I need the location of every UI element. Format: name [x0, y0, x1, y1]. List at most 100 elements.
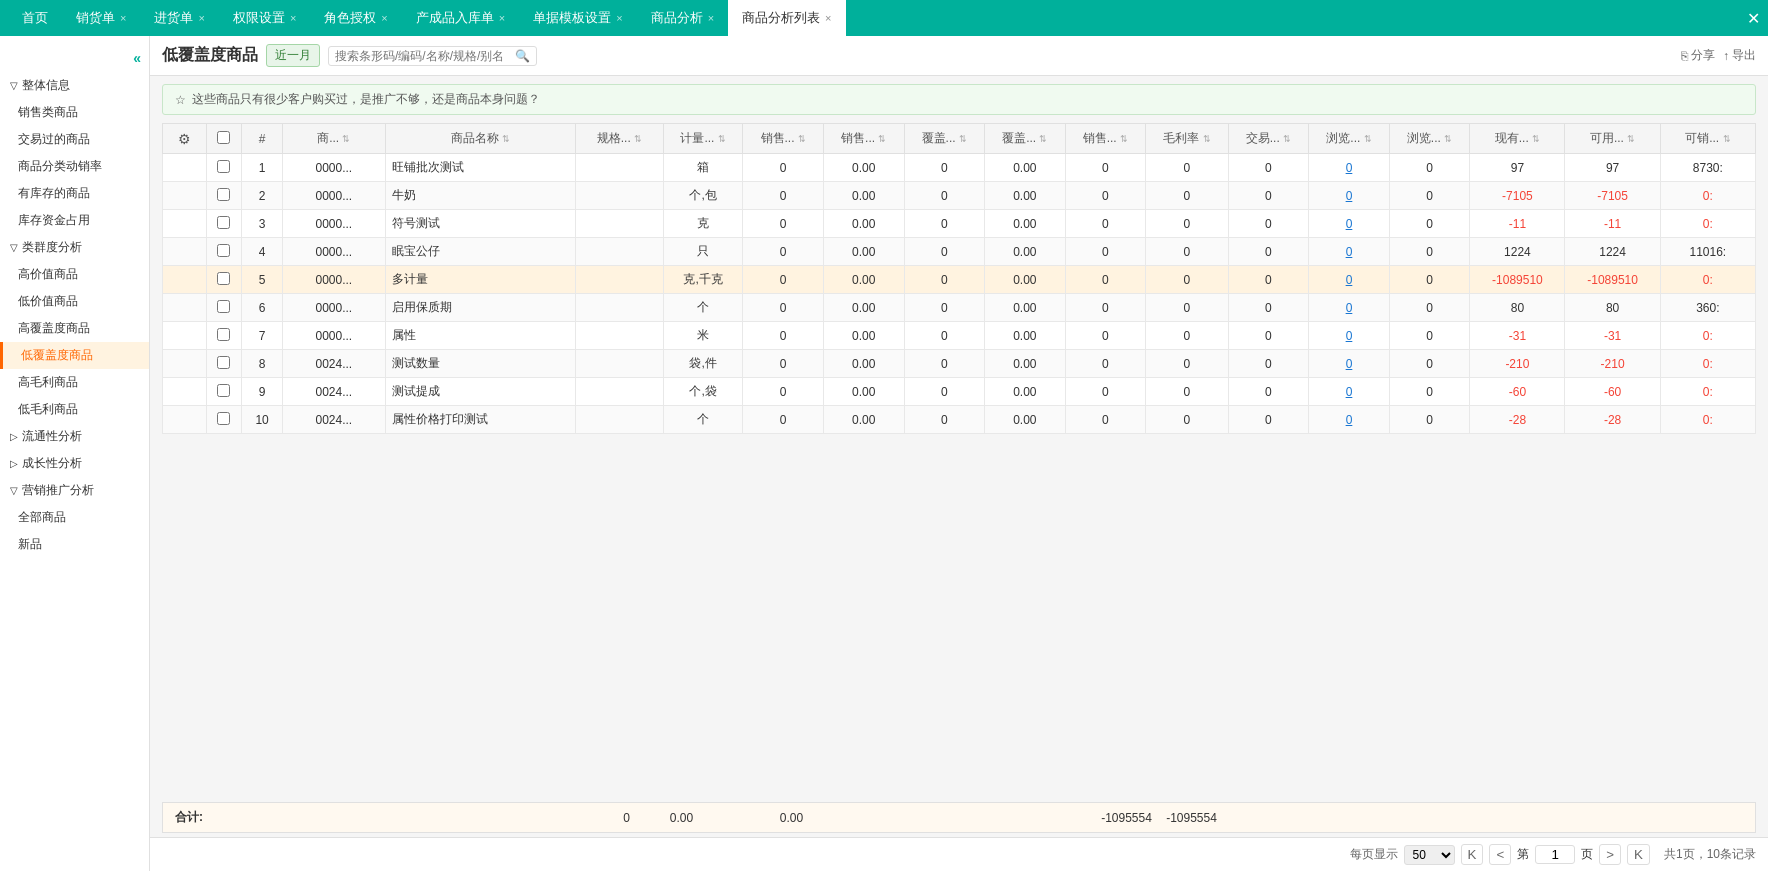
browse1-cell[interactable]: 0 — [1309, 182, 1390, 210]
name-column-header[interactable]: 商品名称 ⇅ — [385, 124, 575, 154]
checkbox-cell[interactable] — [206, 378, 241, 406]
next-page-button[interactable]: > — [1599, 844, 1621, 865]
browse1-cell[interactable]: 0 — [1309, 238, 1390, 266]
row-checkbox[interactable] — [217, 412, 230, 425]
row-checkbox[interactable] — [217, 216, 230, 229]
nav-item-role[interactable]: 角色授权 × — [310, 0, 401, 36]
sidebar-item-high-coverage[interactable]: 高覆盖度商品 — [0, 315, 149, 342]
row-checkbox[interactable] — [217, 384, 230, 397]
close-all-button[interactable]: ✕ — [1747, 9, 1760, 28]
transaction-column-header[interactable]: 交易... ⇅ — [1228, 124, 1309, 154]
checkbox-cell[interactable] — [206, 350, 241, 378]
sidebar-section-overall[interactable]: ▽ 整体信息 — [0, 72, 149, 99]
checkbox-column-header[interactable] — [206, 124, 241, 154]
browse1-column-header[interactable]: 浏览... ⇅ — [1309, 124, 1390, 154]
sales-qty-column-header[interactable]: 销售... ⇅ — [743, 124, 824, 154]
search-icon[interactable]: 🔍 — [515, 49, 530, 63]
row-checkbox[interactable] — [217, 160, 230, 173]
sidebar-section-growth[interactable]: ▷ 成长性分析 — [0, 450, 149, 477]
unit-column-header[interactable]: 计量... ⇅ — [663, 124, 743, 154]
sidebar-item-in-stock[interactable]: 有库存的商品 — [0, 180, 149, 207]
sales-extra-column-header[interactable]: 销售... ⇅ — [1065, 124, 1146, 154]
browse1-cell[interactable]: 0 — [1309, 266, 1390, 294]
nav-item-permissions[interactable]: 权限设置 × — [219, 0, 310, 36]
coverage1-column-header[interactable]: 覆盖... ⇅ — [904, 124, 985, 154]
checkbox-cell[interactable] — [206, 294, 241, 322]
sidebar-item-low-margin[interactable]: 低毛利商品 — [0, 396, 149, 423]
last-page-button[interactable]: K — [1627, 844, 1650, 865]
coverage2-column-header[interactable]: 覆盖... ⇅ — [985, 124, 1066, 154]
nav-item-home[interactable]: 首页 — [8, 0, 62, 36]
sidebar-section-cluster[interactable]: ▽ 类群度分析 — [0, 234, 149, 261]
sidebar-item-traded-goods[interactable]: 交易过的商品 — [0, 126, 149, 153]
export-button[interactable]: ↑ 导出 — [1723, 47, 1756, 64]
close-icon[interactable]: × — [616, 12, 622, 24]
sidebar-section-circulation[interactable]: ▷ 流通性分析 — [0, 423, 149, 450]
nav-item-sales[interactable]: 销货单 × — [62, 0, 140, 36]
sidebar-section-marketing[interactable]: ▽ 营销推广分析 — [0, 477, 149, 504]
search-input[interactable] — [335, 49, 515, 63]
browse1-cell[interactable]: 0 — [1309, 154, 1390, 182]
sidebar-item-category-rate[interactable]: 商品分类动销率 — [0, 153, 149, 180]
share-button[interactable]: ⎘ 分享 — [1681, 47, 1715, 64]
close-icon[interactable]: × — [198, 12, 204, 24]
sidebar-item-new-goods[interactable]: 新品 — [0, 531, 149, 558]
nav-item-purchase[interactable]: 进货单 × — [140, 0, 218, 36]
saleable-column-header[interactable]: 可销... ⇅ — [1660, 124, 1755, 154]
close-icon[interactable]: × — [120, 12, 126, 24]
close-icon[interactable]: × — [381, 12, 387, 24]
browse1-cell[interactable]: 0 — [1309, 406, 1390, 434]
row-checkbox[interactable] — [217, 272, 230, 285]
sales-amount-column-header[interactable]: 销售... ⇅ — [823, 124, 904, 154]
checkbox-cell[interactable] — [206, 182, 241, 210]
nav-item-product-analysis-list[interactable]: 商品分析列表 × — [728, 0, 845, 36]
browse1-cell[interactable]: 0 — [1309, 322, 1390, 350]
page-size-select[interactable]: 50 20 100 200 — [1404, 845, 1455, 865]
available-column-header[interactable]: 可用... ⇅ — [1565, 124, 1660, 154]
checkbox-cell[interactable] — [206, 238, 241, 266]
close-icon[interactable]: × — [499, 12, 505, 24]
sidebar-item-high-margin[interactable]: 高毛利商品 — [0, 369, 149, 396]
code-column-header[interactable]: 商... ⇅ — [283, 124, 386, 154]
collapse-sidebar-button[interactable]: « — [133, 50, 141, 66]
nav-item-template[interactable]: 单据模板设置 × — [519, 0, 636, 36]
nav-item-product-analysis[interactable]: 商品分析 × — [637, 0, 728, 36]
sidebar-item-low-value[interactable]: 低价值商品 — [0, 288, 149, 315]
checkbox-cell[interactable] — [206, 322, 241, 350]
row-checkbox[interactable] — [217, 356, 230, 369]
browse1-cell[interactable]: 0 — [1309, 378, 1390, 406]
browse1-cell[interactable]: 0 — [1309, 210, 1390, 238]
close-icon[interactable]: × — [290, 12, 296, 24]
nav-item-product-warehousing[interactable]: 产成品入库单 × — [402, 0, 519, 36]
row-checkbox[interactable] — [217, 244, 230, 257]
settings-icon[interactable]: ⚙ — [178, 131, 191, 147]
browse2-column-header[interactable]: 浏览... ⇅ — [1389, 124, 1470, 154]
date-filter-button[interactable]: 近一月 — [266, 44, 320, 67]
settings-column-header[interactable]: ⚙ — [163, 124, 207, 154]
row-checkbox[interactable] — [217, 188, 230, 201]
settings-cell — [163, 154, 207, 182]
checkbox-cell[interactable] — [206, 406, 241, 434]
sidebar-item-stock-capital[interactable]: 库存资金占用 — [0, 207, 149, 234]
gross-rate-column-header[interactable]: 毛利率 ⇅ — [1146, 124, 1229, 154]
sidebar-item-sales-goods[interactable]: 销售类商品 — [0, 99, 149, 126]
current-column-header[interactable]: 现有... ⇅ — [1470, 124, 1565, 154]
checkbox-cell[interactable] — [206, 154, 241, 182]
select-all-checkbox[interactable] — [217, 131, 230, 144]
sidebar-item-low-coverage[interactable]: 低覆盖度商品 — [0, 342, 149, 369]
row-checkbox[interactable] — [217, 300, 230, 313]
spec-cell — [575, 406, 663, 434]
row-checkbox[interactable] — [217, 328, 230, 341]
sidebar-item-high-value[interactable]: 高价值商品 — [0, 261, 149, 288]
checkbox-cell[interactable] — [206, 210, 241, 238]
close-icon[interactable]: × — [708, 12, 714, 24]
first-page-button[interactable]: K — [1461, 844, 1484, 865]
prev-page-button[interactable]: < — [1489, 844, 1511, 865]
sidebar-item-all-goods[interactable]: 全部商品 — [0, 504, 149, 531]
spec-column-header[interactable]: 规格... ⇅ — [575, 124, 663, 154]
close-icon[interactable]: × — [825, 12, 831, 24]
browse1-cell[interactable]: 0 — [1309, 294, 1390, 322]
browse1-cell[interactable]: 0 — [1309, 350, 1390, 378]
checkbox-cell[interactable] — [206, 266, 241, 294]
page-number-input[interactable] — [1535, 845, 1575, 864]
